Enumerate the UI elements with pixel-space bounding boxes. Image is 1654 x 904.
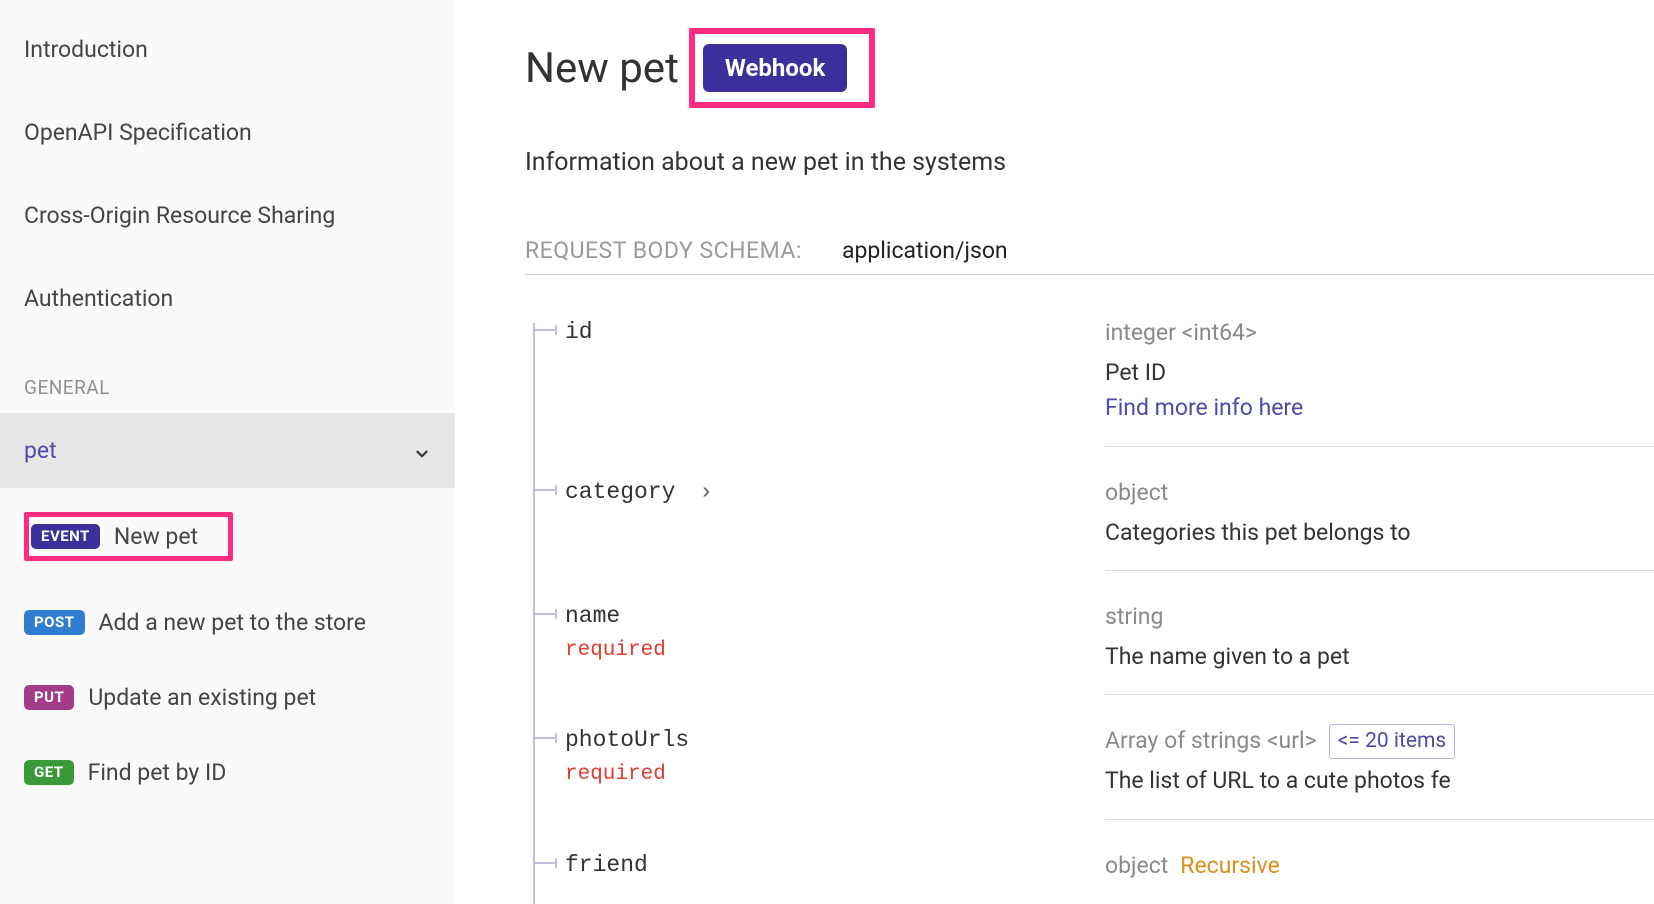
sidebar-link-cors[interactable]: Cross-Origin Resource Sharing: [0, 174, 455, 257]
sidebar-op-add-pet[interactable]: POST Add a new pet to the store: [0, 585, 455, 660]
method-badge-post: POST: [24, 610, 85, 635]
tree-branch-icon: [525, 475, 565, 571]
field-row-id[interactable]: id integer <int64> Pet ID Find more info…: [525, 315, 1654, 447]
sidebar-op-update-pet[interactable]: PUT Update an existing pet: [0, 660, 455, 735]
field-name: category: [565, 479, 675, 505]
field-row-name[interactable]: name required string The name given to a…: [525, 599, 1654, 695]
method-badge-event: EVENT: [31, 524, 100, 549]
title-row: New pet Webhook: [525, 28, 1654, 108]
sidebar-link-introduction[interactable]: Introduction: [0, 8, 455, 91]
sidebar-op-label: New pet: [114, 523, 198, 550]
recursive-label: Recursive: [1180, 848, 1280, 884]
tree-branch-icon: [525, 723, 565, 819]
field-row-photourls[interactable]: photoUrls required Array of strings <url…: [525, 723, 1654, 819]
field-type: Array of strings <url>: [1105, 723, 1317, 759]
field-link[interactable]: Find more info here: [1105, 390, 1654, 426]
tree-branch-icon: [525, 599, 565, 695]
sidebar-op-label: Find pet by ID: [88, 759, 227, 786]
sidebar-section-general: GENERAL: [0, 340, 455, 413]
field-constraint: <= 20 items: [1329, 724, 1456, 759]
field-row-category[interactable]: category › object Categories this pet be…: [525, 475, 1654, 571]
sidebar-op-label: Update an existing pet: [88, 684, 316, 711]
sidebar: Introduction OpenAPI Specification Cross…: [0, 0, 455, 904]
required-label: required: [565, 759, 1105, 792]
field-type: object: [1105, 475, 1168, 511]
field-type: object: [1105, 848, 1168, 884]
field-row-friend[interactable]: friend object Recursive: [525, 848, 1654, 888]
method-badge-put: PUT: [24, 685, 74, 710]
schema-header: REQUEST BODY SCHEMA: application/json: [525, 237, 1654, 275]
main-content: New pet Webhook Information about a new …: [455, 0, 1654, 904]
sidebar-group-label: pet: [24, 437, 57, 464]
webhook-badge: Webhook: [703, 44, 847, 92]
required-label: required: [565, 635, 1105, 668]
field-name: photoUrls: [565, 723, 1105, 759]
field-name: friend: [565, 852, 648, 878]
field-name: id: [565, 319, 593, 345]
method-badge-get: GET: [24, 760, 74, 785]
field-desc: The name given to a pet: [1105, 639, 1654, 675]
field-desc: Categories this pet belongs to: [1105, 515, 1654, 551]
chevron-right-icon[interactable]: ›: [699, 479, 713, 505]
page-title: New pet: [525, 44, 679, 93]
field-type: string: [1105, 599, 1163, 635]
sidebar-link-auth[interactable]: Authentication: [0, 257, 455, 340]
sidebar-op-find-pet[interactable]: GET Find pet by ID: [0, 735, 455, 810]
tree-branch-icon: [525, 848, 565, 888]
endpoint-description: Information about a new pet in the syste…: [525, 148, 1654, 177]
field-type: integer <int64>: [1105, 315, 1257, 351]
tree-branch-icon: [525, 315, 565, 447]
sidebar-op-label: Add a new pet to the store: [99, 609, 366, 636]
webhook-highlight: Webhook: [689, 28, 875, 108]
sidebar-link-openapi[interactable]: OpenAPI Specification: [0, 91, 455, 174]
chevron-down-icon: [413, 442, 431, 460]
sidebar-op-new-pet[interactable]: EVENT New pet: [0, 488, 455, 585]
field-name: name: [565, 599, 1105, 635]
schema-table: id integer <int64> Pet ID Find more info…: [525, 315, 1654, 887]
field-desc: Pet ID: [1105, 355, 1654, 391]
sidebar-group-pet[interactable]: pet: [0, 413, 455, 488]
schema-content-type: application/json: [842, 237, 1008, 264]
schema-header-label: REQUEST BODY SCHEMA:: [525, 237, 802, 264]
field-desc: The list of URL to a cute photos fe: [1105, 763, 1654, 799]
